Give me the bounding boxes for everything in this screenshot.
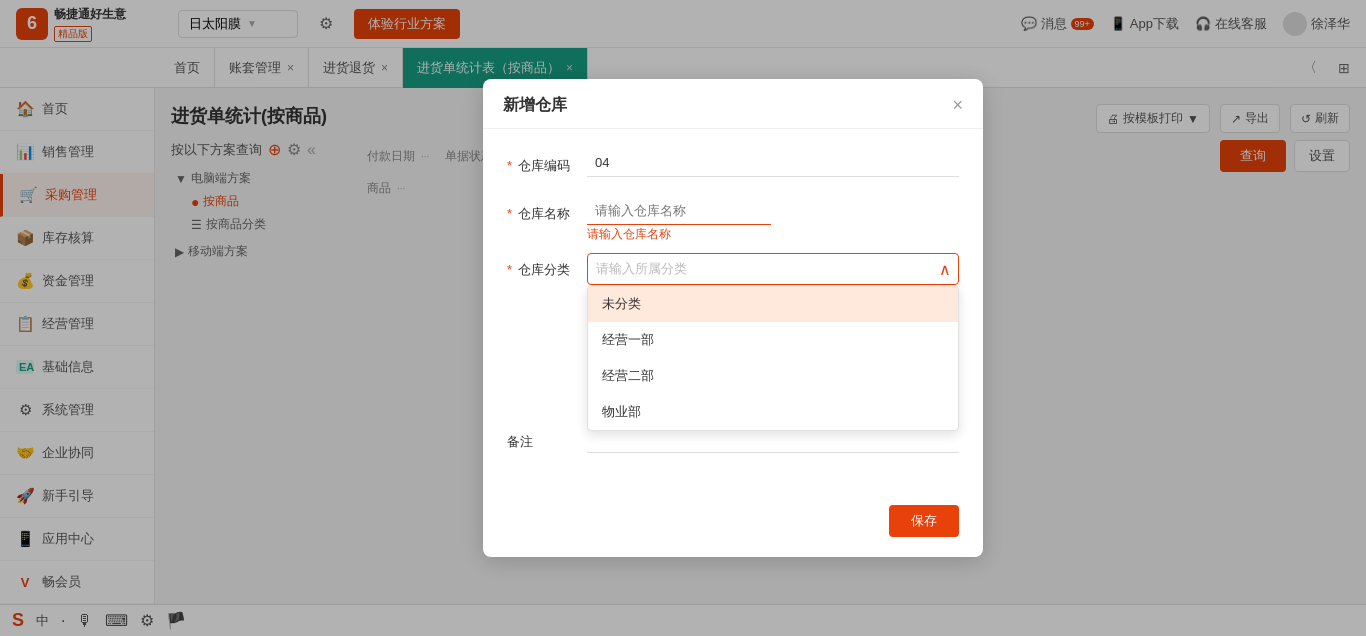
modal-header: 新增仓库 ×	[483, 79, 983, 129]
modal-title: 新增仓库	[503, 95, 567, 116]
name-input[interactable]	[587, 197, 771, 225]
note-label: 备注	[507, 425, 587, 451]
code-input[interactable]	[587, 149, 959, 177]
category-dropdown[interactable]: 请输入所属分类	[587, 253, 959, 285]
category-label-text: 仓库分类	[518, 262, 570, 277]
warehouse-modal: 新增仓库 × * 仓库编码 * 仓库名称 请输入仓库名称 *	[483, 79, 983, 557]
code-label-text: 仓库编码	[518, 158, 570, 173]
save-button[interactable]: 保存	[889, 505, 959, 537]
modal-body: * 仓库编码 * 仓库名称 请输入仓库名称 * 仓库分类	[483, 129, 983, 493]
category-placeholder: 请输入所属分类	[596, 260, 687, 278]
name-required-mark: *	[507, 206, 512, 221]
category-dropdown-arrow: ∧	[939, 260, 951, 279]
option-uncategorized[interactable]: 未分类	[588, 286, 958, 322]
name-label-text: 仓库名称	[518, 206, 570, 221]
name-input-wrap: 请输入仓库名称	[587, 197, 959, 225]
option-operations-1[interactable]: 经营一部	[588, 322, 958, 358]
code-label: * 仓库编码	[507, 149, 587, 175]
category-input-wrap: 请输入所属分类 ∧ 未分类 经营一部 经营二部 物业部	[587, 253, 959, 285]
code-required-mark: *	[507, 158, 512, 173]
category-label: * 仓库分类	[507, 253, 587, 279]
option-property[interactable]: 物业部	[588, 394, 958, 430]
name-label: * 仓库名称	[507, 197, 587, 223]
note-label-text: 备注	[507, 434, 533, 449]
category-form-row: * 仓库分类 请输入所属分类 ∧ 未分类 经营一部 经营二部 物业部	[507, 253, 959, 285]
name-form-row: * 仓库名称 请输入仓库名称	[507, 197, 959, 225]
category-required-mark: *	[507, 262, 512, 277]
modal-close-button[interactable]: ×	[952, 95, 963, 116]
category-dropdown-list: 未分类 经营一部 经营二部 物业部	[587, 285, 959, 431]
option-operations-2[interactable]: 经营二部	[588, 358, 958, 394]
modal-footer: 保存	[483, 493, 983, 557]
name-error-message: 请输入仓库名称	[587, 226, 671, 243]
code-form-row: * 仓库编码	[507, 149, 959, 177]
